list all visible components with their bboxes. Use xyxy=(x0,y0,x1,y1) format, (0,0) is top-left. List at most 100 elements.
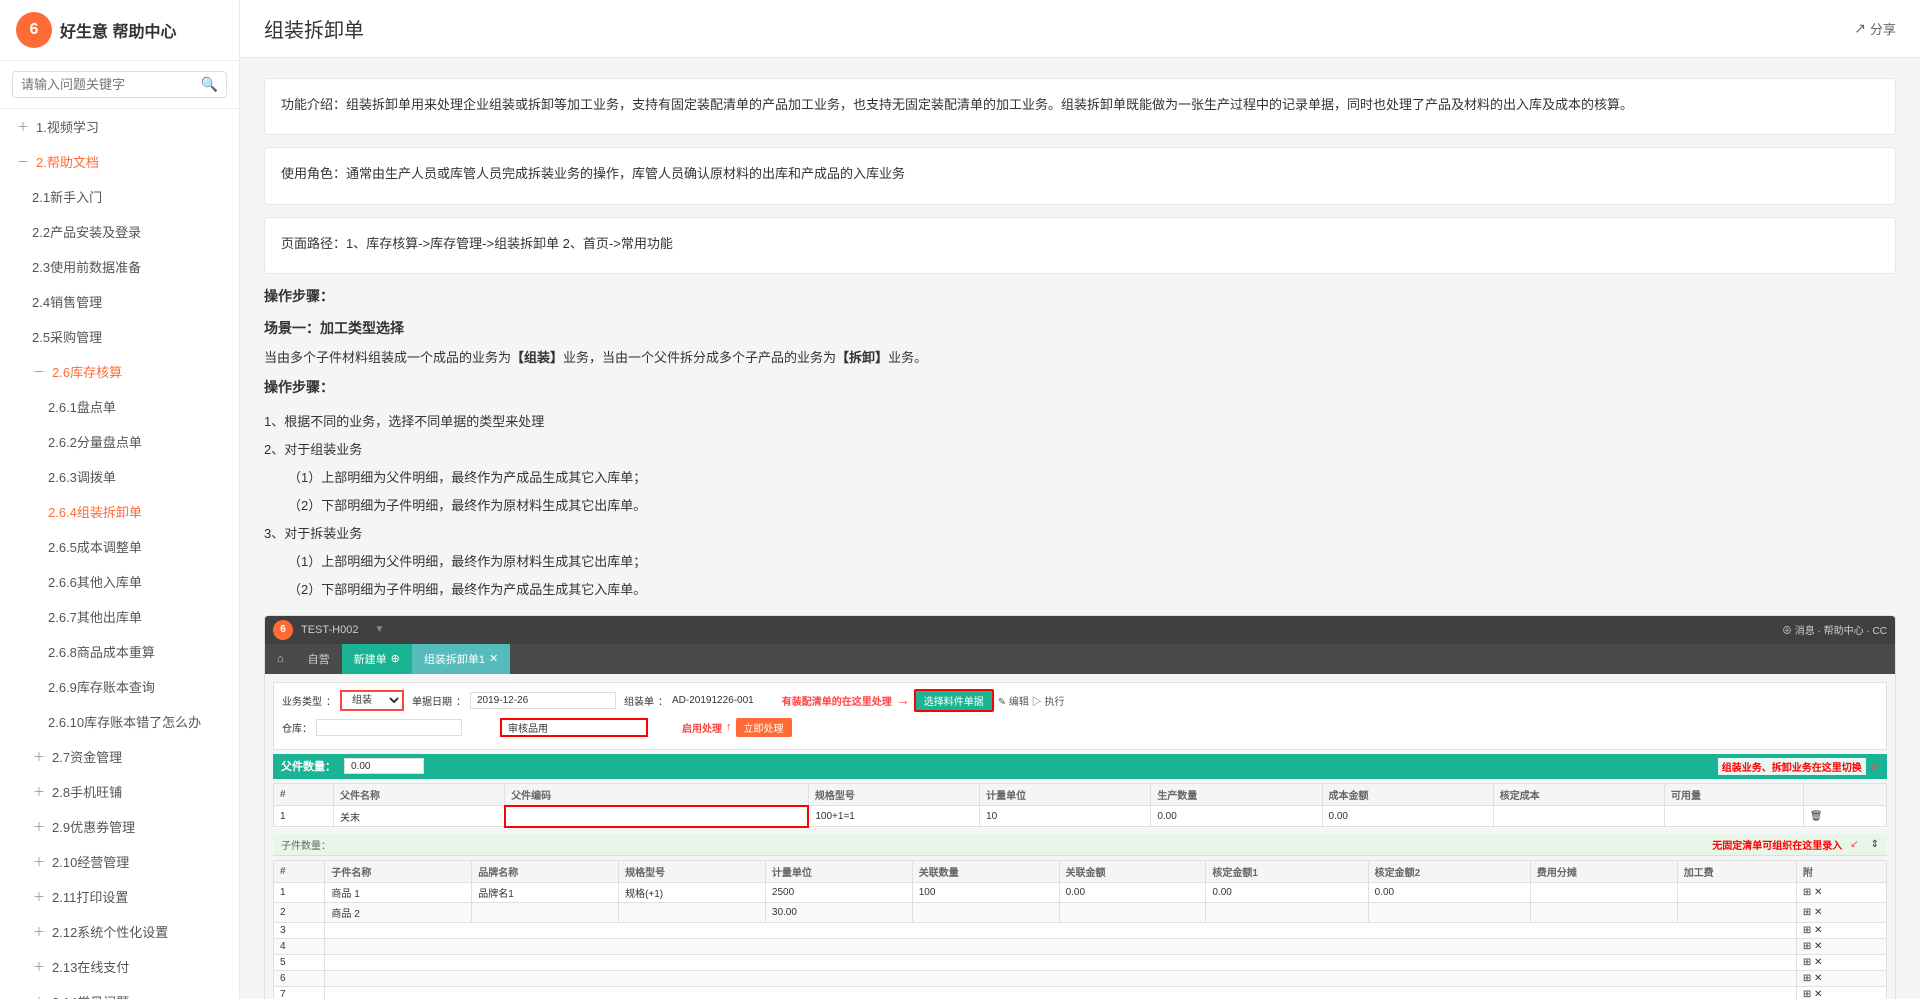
sidebar-item-other-out[interactable]: 2.6.7其他出库单 xyxy=(0,599,239,634)
share-button[interactable]: ↗ 分享 xyxy=(1854,19,1896,38)
mock-th-parent-name: 父件名称 xyxy=(333,783,504,806)
mock-th-approved: 核定成本 xyxy=(1493,783,1664,806)
plus-icon8: ＋ xyxy=(32,960,46,974)
screenshot-container: 6 TEST-H002 ▼ ⊕ 消息 · 帮助中心 · CC ⌂ 自营 新建单 xyxy=(264,615,1896,999)
mock-org-input[interactable] xyxy=(316,719,462,736)
mock-parent-table-header: # 父件名称 父件编码 规格型号 计量单位 生产数量 成本金额 核定成本 可用量 xyxy=(274,783,1887,806)
mock-field-order: 组装单： AD-20191226-001 xyxy=(624,693,754,708)
mock-new-icon: ⊕ xyxy=(391,652,400,665)
mock-section-wrap: 父件数量： 组装业务、拆卸业务在这里切换 ↙ xyxy=(273,754,1887,779)
sidebar-item-mobile[interactable]: ＋ 2.8手机旺铺 xyxy=(0,774,239,809)
sidebar-item-capital[interactable]: ＋ 2.7资金管理 xyxy=(0,739,239,774)
mock-arrow5: ↙ xyxy=(1850,839,1858,850)
path-text: 页面路径：1、库存核算->库存管理->组装拆卸单 2、首页->常用功能 xyxy=(281,232,1879,255)
mock-nav-tabs: ⌂ 自营 新建单 ⊕ 组装拆卸单1 ✕ xyxy=(265,644,1895,674)
app-title: 好生意 帮助中心 xyxy=(60,18,176,42)
steps-list: 1、根据不同的业务，选择不同单据的类型来处理 2、对于组装业务 （1）上部明细为… xyxy=(264,409,1896,603)
mock-home-icon: ⌂ xyxy=(277,653,284,665)
mock-expand-icon: ⇕ xyxy=(1871,839,1879,850)
sidebar-item-inventory[interactable]: － 2.6库存核算 xyxy=(0,354,239,389)
plus-icon9: ＋ xyxy=(32,995,46,999)
sidebar-item-stocktake[interactable]: 2.6.1盘点单 xyxy=(0,389,239,424)
share-icon: ↗ xyxy=(1854,20,1866,37)
sidebar-item-personalize[interactable]: ＋ 2.12系统个性化设置 xyxy=(0,914,239,949)
search-input[interactable] xyxy=(21,77,201,92)
step-2-1: （1）上部明细为父件明细，最终作为产成品生成其它入库单； xyxy=(264,465,1896,491)
sidebar-item-stock-query[interactable]: 2.6.9库存账本查询 xyxy=(0,669,239,704)
mock-company: TEST-H002 xyxy=(301,624,358,636)
step-1: 1、根据不同的业务，选择不同单据的类型来处理 xyxy=(264,409,1896,435)
mock-enable-box xyxy=(500,718,648,737)
mock-sub-section: 子件数量： 无固定清单可组织在这里录入 ↙ ⇕ xyxy=(273,834,1887,856)
table-row: 6⊞ ✕ xyxy=(274,970,1887,986)
sidebar-item-sales[interactable]: 2.4销售管理 xyxy=(0,284,239,319)
mock-th-cost: 成本金额 xyxy=(1322,783,1493,806)
mock-cell-input[interactable] xyxy=(512,809,592,824)
mock-edit-icon: ✎ 编辑 ▷ 执行 xyxy=(998,693,1065,708)
mock-execute-btn[interactable]: 立即处理 xyxy=(736,718,792,737)
mock-th-spec: 规格型号 xyxy=(808,783,979,806)
mock-th-avail: 可用量 xyxy=(1664,783,1803,806)
sidebar-item-docs[interactable]: － 2.帮助文档 xyxy=(0,144,239,179)
mock-annotation4-text: 启用处理 xyxy=(682,720,722,735)
sidebar-item-assembly[interactable]: 2.6.4组装拆卸单 xyxy=(0,494,239,529)
mock-th-num: # xyxy=(274,783,334,806)
sidebar-item-new-user[interactable]: 2.1新手入门 xyxy=(0,179,239,214)
content-area: 功能介绍：组装拆卸单用来处理企业组装或拆卸等加工业务，支持有固定装配清单的产品加… xyxy=(240,58,1920,999)
mock-select-btn[interactable]: 选择料件单据 xyxy=(914,689,994,712)
mock-form-section: 业务类型： 组装 拆卸 单据日期： xyxy=(273,682,1887,750)
role-block: 使用角色：通常由生产人员或库管人员完成拆装业务的操作，库管人员确认原材料的出库和… xyxy=(264,147,1896,204)
mock-th-action xyxy=(1803,783,1886,806)
mock-annotation3-text: 组装业务、拆卸业务在这里切换 xyxy=(1718,758,1866,775)
mock-tab-assembly[interactable]: 组装拆卸单1 ✕ xyxy=(412,644,510,674)
sidebar-item-data-prep[interactable]: 2.3使用前数据准备 xyxy=(0,249,239,284)
sidebar-item-print[interactable]: ＋ 2.11打印设置 xyxy=(0,879,239,914)
mock-arrow3: ↙ xyxy=(1870,760,1879,773)
mock-logo: 6 xyxy=(273,620,293,640)
description-text: 功能介绍：组装拆卸单用来处理企业组装或拆卸等加工业务，支持有固定装配清单的产品加… xyxy=(281,93,1879,116)
table-row: 2 商品 2 30.00 ⊞ ✕ xyxy=(274,902,1887,922)
sidebar-item-online-pay[interactable]: ＋ 2.13在线支付 xyxy=(0,949,239,984)
main-content: 组装拆卸单 ↗ 分享 功能介绍：组装拆卸单用来处理企业组装或拆卸等加工业务，支持… xyxy=(240,0,1920,999)
sidebar-item-faq[interactable]: ＋ 2.14常见问题 xyxy=(0,984,239,999)
sidebar-item-ops[interactable]: ＋ 2.10经营管理 xyxy=(0,844,239,879)
search-button[interactable]: 🔍 xyxy=(201,76,218,93)
minus-icon2: － xyxy=(32,365,46,379)
table-row: 5⊞ ✕ xyxy=(274,954,1887,970)
sidebar-item-transfer[interactable]: 2.6.3调拨单 xyxy=(0,459,239,494)
operation-steps-label2: 操作步骤： xyxy=(264,377,1896,397)
mock-date-input[interactable] xyxy=(470,692,616,709)
app-header: 6 好生意 帮助中心 xyxy=(0,0,239,61)
sidebar-item-video[interactable]: ＋ 1.视频学习 xyxy=(0,109,239,144)
sidebar-item-other-in[interactable]: 2.6.6其他入库单 xyxy=(0,564,239,599)
operations-section: 操作步骤： 场景一：加工类型选择 当由多个子件材料组装成一个成品的业务为【组装】… xyxy=(264,286,1896,603)
sidebar-item-split-stocktake[interactable]: 2.6.2分量盘点单 xyxy=(0,424,239,459)
sidebar-item-account-error[interactable]: 2.6.10库存账本错了怎么办 xyxy=(0,704,239,739)
mock-th-unit: 计量单位 xyxy=(980,783,1151,806)
mock-type-input-box: 组装 拆卸 xyxy=(340,690,404,711)
sidebar-item-cost-recompute[interactable]: 2.6.8商品成本重算 xyxy=(0,634,239,669)
step-3: 3、对于拆装业务 xyxy=(264,521,1896,547)
table-row: 1 商品 1 品牌名1 规格(+1) 2500 100 0.00 0.00 0.… xyxy=(274,882,1887,902)
scenario-desc: 当由多个子件材料组装成一个成品的业务为【组装】业务，当由一个父件拆分成多个子产品… xyxy=(264,346,1896,371)
mock-enable-input[interactable] xyxy=(500,718,648,737)
mock-th-qty: 生产数量 xyxy=(1151,783,1322,806)
mock-sub-table: # 子件名称 品牌名称 规格型号 计量单位 关联数量 关联金额 核定金额1 核定… xyxy=(273,860,1887,999)
table-row: 4⊞ ✕ xyxy=(274,938,1887,954)
plus-icon7: ＋ xyxy=(32,925,46,939)
mock-section-header: 父件数量： 组装业务、拆卸业务在这里切换 ↙ xyxy=(273,754,1887,779)
mock-tab-new[interactable]: 新建单 ⊕ xyxy=(342,644,412,674)
mock-tab-home[interactable]: ⌂ xyxy=(265,644,296,674)
mock-tab-self[interactable]: 自营 xyxy=(296,644,342,674)
mock-parent-qty[interactable] xyxy=(344,758,424,774)
minus-icon: － xyxy=(16,155,30,169)
mock-type-select[interactable]: 组装 拆卸 xyxy=(342,692,402,709)
sidebar-item-coupons[interactable]: ＋ 2.9优惠券管理 xyxy=(0,809,239,844)
plus-icon2: ＋ xyxy=(32,750,46,764)
sidebar-item-cost-adjust[interactable]: 2.6.5成本调整单 xyxy=(0,529,239,564)
sidebar-item-install[interactable]: 2.2产品安装及登录 xyxy=(0,214,239,249)
mock-close-icon: ✕ xyxy=(489,652,498,665)
sidebar-item-purchase[interactable]: 2.5采购管理 xyxy=(0,319,239,354)
mock-field-org: 仓库： xyxy=(282,719,462,736)
sidebar: 6 好生意 帮助中心 🔍 ＋ 1.视频学习 － 2.帮助文档 2.1新手入门 2… xyxy=(0,0,240,999)
